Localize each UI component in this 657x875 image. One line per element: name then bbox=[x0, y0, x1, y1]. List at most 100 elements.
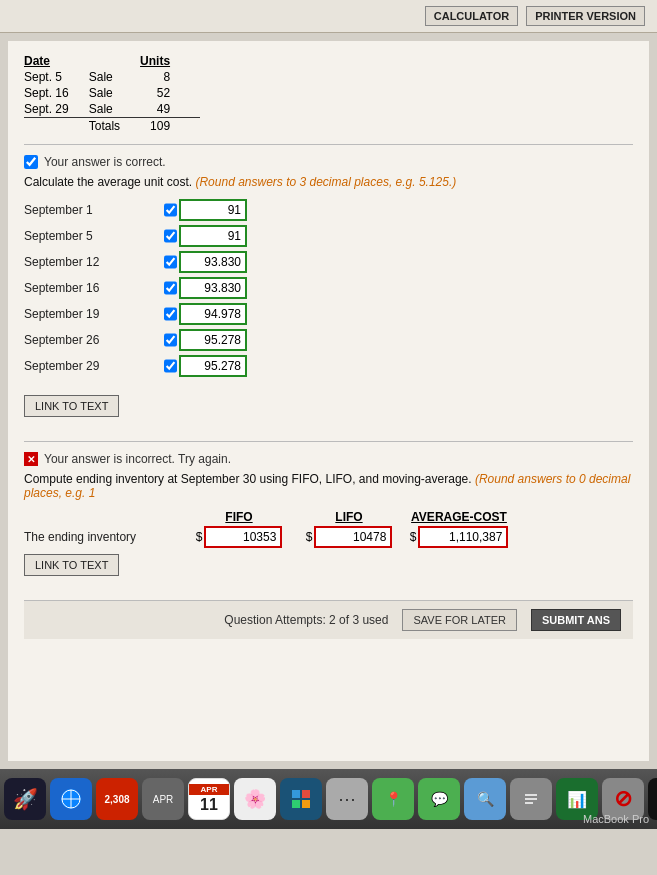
submit-answer-button[interactable]: SUBMIT ANS bbox=[531, 609, 621, 631]
maps-icon[interactable]: 📍 bbox=[372, 778, 414, 820]
date-cell: Sept. 16 bbox=[24, 85, 89, 101]
svg-rect-4 bbox=[292, 790, 300, 798]
row-checkbox[interactable] bbox=[164, 277, 177, 299]
avg-row-label: September 19 bbox=[24, 303, 164, 325]
round-note-1: (Round answers to 3 decimal places, e.g.… bbox=[195, 175, 456, 189]
date-cell: Sept. 29 bbox=[24, 101, 89, 118]
correct-notice: Your answer is correct. bbox=[24, 155, 633, 169]
sales-table: Date Units Sept. 5 Sale 8 Sept. 16 Sale … bbox=[24, 53, 200, 134]
row-checkbox[interactable] bbox=[164, 303, 177, 325]
row-checkbox[interactable] bbox=[164, 329, 177, 351]
avg-row-field bbox=[164, 251, 244, 273]
avg-row-label: September 16 bbox=[24, 277, 164, 299]
avg-row-field bbox=[164, 199, 244, 221]
taskbar: 🚀 2,308 APR APR 11 🌸 ⋯ 📍 💬 🔍 bbox=[0, 769, 657, 829]
separator-2 bbox=[24, 441, 633, 442]
avg-row-field bbox=[164, 329, 244, 351]
avg-row-input[interactable] bbox=[179, 251, 247, 273]
avg-dollar: $ bbox=[410, 530, 417, 544]
row-checkbox[interactable] bbox=[164, 251, 177, 273]
table-section: Date Units Sept. 5 Sale 8 Sept. 16 Sale … bbox=[24, 53, 633, 134]
totals-row: Totals 109 bbox=[24, 118, 200, 135]
ei-row: The ending inventory $ $ $ bbox=[24, 526, 633, 548]
separator-1 bbox=[24, 144, 633, 145]
top-bar: CALCULATOR PRINTER VERSION bbox=[0, 0, 657, 33]
dark-icon[interactable]: 🔒 bbox=[648, 778, 657, 820]
notes-icon[interactable] bbox=[510, 778, 552, 820]
calculator-button[interactable]: CALCULATOR bbox=[425, 6, 518, 26]
launchpad-icon[interactable]: 🚀 bbox=[4, 778, 46, 820]
svg-rect-5 bbox=[302, 790, 310, 798]
avg-row-field bbox=[164, 355, 244, 377]
fifo-dollar: $ bbox=[196, 530, 203, 544]
messages-icon[interactable]: 💬 bbox=[418, 778, 460, 820]
col-units: Units bbox=[140, 53, 200, 69]
type-cell: Sale bbox=[89, 69, 140, 85]
fifo-input[interactable] bbox=[204, 526, 282, 548]
col-date: Date bbox=[24, 53, 89, 69]
avg-row-input[interactable] bbox=[179, 225, 247, 247]
correct-checkbox[interactable] bbox=[24, 155, 38, 169]
col-type bbox=[89, 53, 140, 69]
blue-app-icon[interactable] bbox=[280, 778, 322, 820]
row-checkbox[interactable] bbox=[164, 355, 177, 377]
avg-row-input[interactable] bbox=[179, 355, 247, 377]
link-to-text-btn-1[interactable]: LINK TO TEXT bbox=[24, 395, 119, 417]
avg-unit-cost-grid: September 1 September 5 September 12 Septem… bbox=[24, 199, 633, 377]
row-checkbox[interactable] bbox=[164, 225, 177, 247]
avg-row-label: September 12 bbox=[24, 251, 164, 273]
screen: CALCULATOR PRINTER VERSION Date Units Se… bbox=[0, 0, 657, 875]
x-icon: ✕ bbox=[24, 452, 38, 466]
calendar-icon[interactable]: APR 11 bbox=[188, 778, 230, 820]
units-cell: 8 bbox=[140, 69, 200, 85]
avg-row-input[interactable] bbox=[179, 277, 247, 299]
svg-rect-6 bbox=[292, 800, 300, 808]
avg-row-field bbox=[164, 303, 244, 325]
question-2-text: Compute ending inventory at September 30… bbox=[24, 472, 633, 500]
date-cell: Sept. 5 bbox=[24, 69, 89, 85]
incorrect-notice: ✕ Your answer is incorrect. Try again. bbox=[24, 452, 633, 466]
gray-app-icon[interactable]: APR bbox=[142, 778, 184, 820]
row-checkbox[interactable] bbox=[164, 199, 177, 221]
avg-row-label: September 1 bbox=[24, 199, 164, 221]
avg-row-label: September 5 bbox=[24, 225, 164, 247]
safari-icon[interactable] bbox=[50, 778, 92, 820]
lifo-field-group: $ bbox=[294, 526, 404, 548]
finder-icon[interactable]: 🔍 bbox=[464, 778, 506, 820]
avg-cost-input[interactable] bbox=[418, 526, 508, 548]
bottom-bar: Question Attempts: 2 of 3 used SAVE FOR … bbox=[24, 600, 633, 639]
units-cell: 52 bbox=[140, 85, 200, 101]
photos-icon[interactable]: 🌸 bbox=[234, 778, 276, 820]
attempt-text: Question Attempts: 2 of 3 used bbox=[224, 613, 388, 627]
avg-row-field bbox=[164, 277, 244, 299]
lifo-dollar: $ bbox=[306, 530, 313, 544]
avg-row-field bbox=[164, 225, 244, 247]
ei-label: The ending inventory bbox=[24, 530, 184, 544]
avg-row-input[interactable] bbox=[179, 329, 247, 351]
type-cell: Sale bbox=[89, 85, 140, 101]
header-avg: AVERAGE-COST bbox=[404, 510, 514, 524]
link-to-text-btn-2[interactable]: LINK TO TEXT bbox=[24, 554, 119, 576]
table-row: Sept. 5 Sale 8 bbox=[24, 69, 200, 85]
ei-headers: FIFO LIFO AVERAGE-COST bbox=[184, 510, 633, 524]
lifo-input[interactable] bbox=[314, 526, 392, 548]
correct-text: Your answer is correct. bbox=[44, 155, 166, 169]
save-for-later-button[interactable]: SAVE FOR LATER bbox=[402, 609, 517, 631]
totals-value: 109 bbox=[140, 118, 200, 135]
avg-row-input[interactable] bbox=[179, 199, 247, 221]
dots-icon[interactable]: ⋯ bbox=[326, 778, 368, 820]
printer-version-button[interactable]: PRINTER VERSION bbox=[526, 6, 645, 26]
red-app-icon[interactable]: 2,308 bbox=[96, 778, 138, 820]
totals-label: Totals bbox=[89, 118, 140, 135]
totals-empty bbox=[24, 118, 89, 135]
avg-row-label: September 29 bbox=[24, 355, 164, 377]
units-cell: 49 bbox=[140, 101, 200, 118]
header-fifo: FIFO bbox=[184, 510, 294, 524]
table-row: Sept. 29 Sale 49 bbox=[24, 101, 200, 118]
avg-row-label: September 26 bbox=[24, 329, 164, 351]
incorrect-text: Your answer is incorrect. Try again. bbox=[44, 452, 231, 466]
question-1-text: Calculate the average unit cost. (Round … bbox=[24, 175, 633, 189]
type-cell: Sale bbox=[89, 101, 140, 118]
avg-row-input[interactable] bbox=[179, 303, 247, 325]
svg-rect-7 bbox=[302, 800, 310, 808]
